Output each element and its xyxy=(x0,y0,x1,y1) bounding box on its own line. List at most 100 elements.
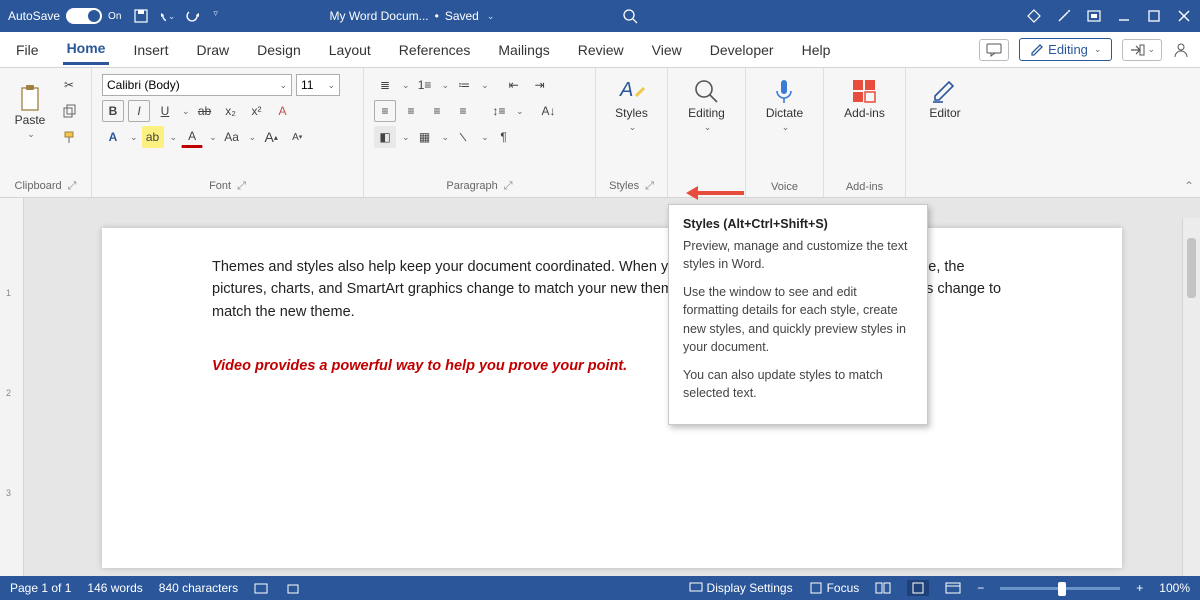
char-count[interactable]: 840 characters xyxy=(159,581,238,595)
web-layout-icon[interactable] xyxy=(945,582,961,594)
italic-button[interactable]: I xyxy=(128,100,150,122)
voice-label: Voice xyxy=(771,181,798,193)
zoom-slider[interactable] xyxy=(1000,587,1120,590)
minimize-icon[interactable] xyxy=(1116,8,1132,24)
search-icon[interactable] xyxy=(622,8,638,24)
shrink-font-button[interactable]: A▾ xyxy=(286,126,308,148)
save-status: Saved xyxy=(445,9,479,23)
font-color-button[interactable]: A xyxy=(181,126,203,148)
print-layout-icon[interactable] xyxy=(907,580,929,596)
tab-view[interactable]: View xyxy=(648,36,686,64)
clear-format-button[interactable]: A xyxy=(272,100,294,122)
font-name-combo[interactable]: Calibri (Body)⌄ xyxy=(102,74,292,96)
show-marks-button[interactable]: ¶ xyxy=(493,126,515,148)
ribbon-tabs: File Home Insert Draw Design Layout Refe… xyxy=(0,32,1200,68)
align-center-button[interactable]: ≡ xyxy=(400,100,422,122)
subscript-button[interactable]: x₂ xyxy=(220,100,242,122)
account-icon[interactable] xyxy=(1172,42,1188,58)
tab-references[interactable]: References xyxy=(395,36,475,64)
focus-button[interactable]: Focus xyxy=(809,581,860,595)
tab-draw[interactable]: Draw xyxy=(192,36,233,64)
wand-icon[interactable] xyxy=(1056,8,1072,24)
read-mode-icon[interactable] xyxy=(875,582,891,594)
window-mode-icon[interactable] xyxy=(1086,8,1102,24)
tooltip-title: Styles (Alt+Ctrl+Shift+S) xyxy=(683,217,913,231)
align-right-button[interactable]: ≡ xyxy=(426,100,448,122)
tab-design[interactable]: Design xyxy=(253,36,305,64)
redo-icon[interactable] xyxy=(185,8,201,24)
decrease-indent-button[interactable]: ⇤ xyxy=(503,74,525,96)
macro-icon[interactable] xyxy=(286,581,300,595)
word-count[interactable]: 146 words xyxy=(87,581,142,595)
vertical-scrollbar[interactable] xyxy=(1182,218,1200,576)
dictate-button[interactable]: Dictate⌄ xyxy=(756,74,813,135)
document-page[interactable]: Themes and styles also help keep your do… xyxy=(102,228,1122,568)
styles-launcher-icon[interactable]: ⤢ xyxy=(645,180,654,192)
status-bar: Page 1 of 1 146 words 840 characters Dis… xyxy=(0,576,1200,600)
svg-text:A: A xyxy=(619,79,633,101)
multilevel-button[interactable]: ≔ xyxy=(453,74,475,96)
styles-button[interactable]: A Styles⌄ xyxy=(606,74,657,135)
zoom-in-button[interactable]: + xyxy=(1136,581,1143,595)
numbering-button[interactable]: 1≡ xyxy=(414,74,436,96)
paragraph-launcher-icon[interactable]: ⤢ xyxy=(504,180,513,192)
copy-icon[interactable] xyxy=(58,100,80,122)
change-case-button[interactable]: Aa xyxy=(221,126,243,148)
bullets-button[interactable]: ≣ xyxy=(374,74,396,96)
grow-font-button[interactable]: A▴ xyxy=(260,126,282,148)
justify-button[interactable]: ≡ xyxy=(452,100,474,122)
tab-insert[interactable]: Insert xyxy=(129,36,172,64)
collapse-ribbon-icon[interactable]: ⌃ xyxy=(1184,179,1194,193)
close-icon[interactable] xyxy=(1176,8,1192,24)
increase-indent-button[interactable]: ⇥ xyxy=(529,74,551,96)
tab-developer[interactable]: Developer xyxy=(706,36,778,64)
superscript-button[interactable]: x² xyxy=(246,100,268,122)
paste-button[interactable]: Paste⌄ xyxy=(10,81,50,142)
zoom-out-button[interactable]: − xyxy=(977,581,984,595)
page-indicator[interactable]: Page 1 of 1 xyxy=(10,581,71,595)
highlight-button[interactable]: ab xyxy=(142,126,164,148)
align-left-button[interactable]: ≡ xyxy=(374,100,396,122)
cut-icon[interactable]: ✂ xyxy=(58,74,80,96)
display-settings-button[interactable]: Display Settings xyxy=(689,581,793,595)
clipboard-label: Clipboard xyxy=(15,180,62,192)
group-editor: Editor xyxy=(906,68,984,197)
font-launcher-icon[interactable]: ⤢ xyxy=(237,180,246,192)
tab-help[interactable]: Help xyxy=(798,36,835,64)
title-dropdown-icon[interactable]: ⌄ xyxy=(487,11,495,22)
share-button[interactable]: ⌄ xyxy=(1122,39,1162,61)
borders-button[interactable]: ▦ xyxy=(414,126,436,148)
tab-home[interactable]: Home xyxy=(63,34,110,65)
spelling-icon[interactable] xyxy=(254,581,270,595)
editing-mode-button[interactable]: Editing⌄ xyxy=(1019,38,1112,61)
sort-button[interactable]: A↓ xyxy=(538,100,560,122)
zoom-level[interactable]: 100% xyxy=(1159,581,1190,595)
autosave-toggle[interactable] xyxy=(66,8,102,24)
save-icon[interactable] xyxy=(133,8,149,24)
maximize-icon[interactable] xyxy=(1146,8,1162,24)
tab-file[interactable]: File xyxy=(12,36,43,64)
bold-button[interactable]: B xyxy=(102,100,124,122)
font-size-combo[interactable]: 11⌄ xyxy=(296,74,340,96)
line-spacing-button[interactable]: ↕≡ xyxy=(488,100,510,122)
tab-layout[interactable]: Layout xyxy=(325,36,375,64)
invisible-chars-button[interactable] xyxy=(453,126,475,148)
vertical-ruler[interactable]: 1 2 3 xyxy=(0,198,24,576)
diamond-icon[interactable] xyxy=(1026,8,1042,24)
tab-mailings[interactable]: Mailings xyxy=(494,36,553,64)
format-painter-icon[interactable] xyxy=(58,126,80,148)
comments-button[interactable] xyxy=(979,39,1009,61)
shading-button[interactable]: ◧ xyxy=(374,126,396,148)
editor-button[interactable]: Editor xyxy=(916,74,974,122)
paragraph-label: Paragraph xyxy=(446,180,497,192)
clipboard-launcher-icon[interactable]: ⤢ xyxy=(68,180,77,192)
title-bar: AutoSave On ⌄ ▿ My Word Docum... • Saved… xyxy=(0,0,1200,32)
strike-button[interactable]: ab xyxy=(194,100,216,122)
tab-review[interactable]: Review xyxy=(574,36,628,64)
text-effects-button[interactable]: A xyxy=(102,126,124,148)
font-label: Font xyxy=(209,180,231,192)
underline-button[interactable]: U xyxy=(154,100,176,122)
undo-icon[interactable]: ⌄ xyxy=(159,8,175,24)
find-button[interactable]: Editing⌄ xyxy=(678,74,735,135)
addins-button[interactable]: Add-ins xyxy=(834,74,895,122)
